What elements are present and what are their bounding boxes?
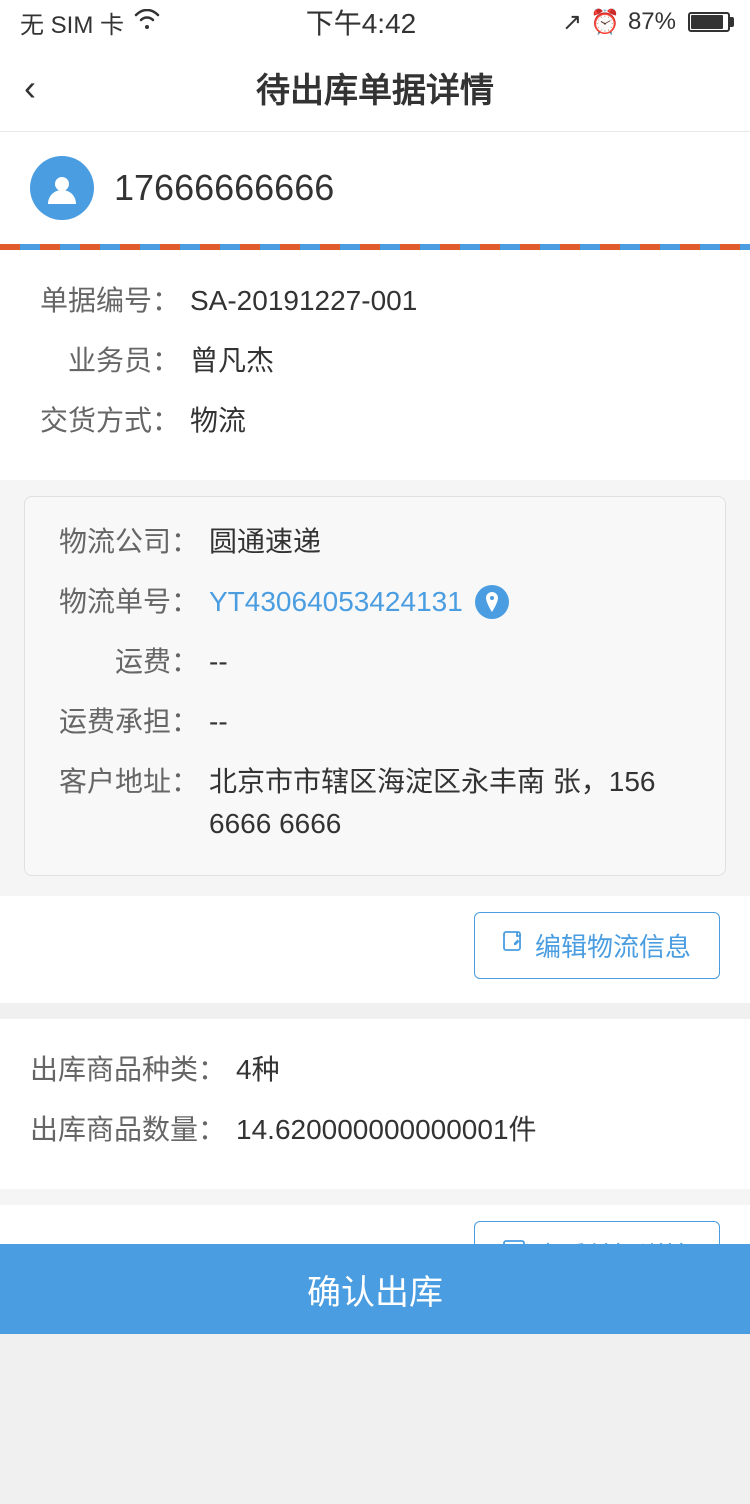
delivery-row: 交货方式： 物流 — [30, 400, 720, 442]
status-left: 无 SIM 卡 — [20, 5, 160, 40]
edit-logistics-button[interactable]: 编辑物流信息 — [474, 912, 720, 979]
edit-logistics-area: 编辑物流信息 — [0, 896, 750, 1003]
tracking-value: YT43064053424131 — [209, 581, 701, 623]
edit-logistics-label: 编辑物流信息 — [535, 927, 691, 964]
alarm-icon: ⏰ — [590, 8, 620, 37]
staff-label: 业务员： — [30, 340, 190, 382]
location-pin-icon[interactable] — [475, 585, 509, 619]
back-button[interactable]: ‹ — [24, 67, 36, 109]
company-label: 物流公司： — [49, 521, 209, 563]
order-no-row: 单据编号： SA-20191227-001 — [30, 280, 720, 322]
section-divider-1 — [0, 1003, 750, 1019]
confirm-btn-area[interactable]: 确认出库 — [0, 1244, 750, 1334]
freight-label: 运费： — [49, 641, 209, 683]
freight-bearer-label: 运费承担： — [49, 701, 209, 743]
staff-value: 曾凡杰 — [190, 340, 720, 382]
company-row: 物流公司： 圆通速递 — [49, 521, 701, 563]
address-row: 客户地址： 北京市市辖区海淀区永丰南 张，156 6666 6666 — [49, 761, 701, 845]
content-spacer — [0, 1304, 750, 1504]
delivery-label: 交货方式： — [30, 400, 190, 442]
carrier-text: 无 SIM 卡 — [20, 5, 124, 40]
freight-row: 运费： -- — [49, 641, 701, 683]
goods-types-label: 出库商品种类： — [30, 1049, 236, 1091]
delivery-value: 物流 — [190, 400, 720, 442]
wifi-icon — [134, 8, 160, 36]
freight-bearer-row: 运费承担： -- — [49, 701, 701, 743]
customer-phone: 17666666666 — [114, 167, 334, 209]
freight-bearer-value: -- — [209, 701, 701, 743]
tracking-row: 物流单号： YT43064053424131 — [49, 581, 701, 623]
goods-quantity-row: 出库商品数量： 14.620000000000001件 — [30, 1109, 720, 1151]
order-info-section: 单据编号： SA-20191227-001 业务员： 曾凡杰 交货方式： 物流 — [0, 250, 750, 480]
goods-quantity-label: 出库商品数量： — [30, 1109, 236, 1151]
goods-types-value: 4种 — [236, 1049, 720, 1091]
freight-value: -- — [209, 641, 701, 683]
time-display: 下午4:42 — [306, 2, 417, 42]
location-icon: ↗ — [562, 8, 582, 37]
edit-icon — [503, 931, 525, 960]
address-label: 客户地址： — [49, 761, 209, 803]
logistics-card: 物流公司： 圆通速递 物流单号： YT43064053424131 运费： --… — [24, 496, 726, 876]
battery-percent: 87% — [628, 8, 676, 36]
status-right: ↗ ⏰ 87% — [562, 8, 730, 37]
battery-icon — [688, 12, 730, 32]
goods-quantity-value: 14.620000000000001件 — [236, 1109, 720, 1151]
nav-bar: ‹ 待出库单据详情 — [0, 44, 750, 132]
status-bar: 无 SIM 卡 下午4:42 ↗ ⏰ 87% — [0, 0, 750, 44]
confirm-btn-label: 确认出库 — [307, 1265, 443, 1314]
goods-types-row: 出库商品种类： 4种 — [30, 1049, 720, 1091]
company-value: 圆通速递 — [209, 521, 701, 563]
avatar — [30, 156, 94, 220]
address-value: 北京市市辖区海淀区永丰南 张，156 6666 6666 — [209, 761, 701, 845]
order-no-value: SA-20191227-001 — [190, 280, 720, 322]
order-no-label: 单据编号： — [30, 280, 190, 322]
customer-header: 17666666666 — [0, 132, 750, 244]
staff-row: 业务员： 曾凡杰 — [30, 340, 720, 382]
goods-section: 出库商品种类： 4种 出库商品数量： 14.620000000000001件 — [0, 1019, 750, 1189]
page-title: 待出库单据详情 — [256, 63, 494, 112]
tracking-label: 物流单号： — [49, 581, 209, 623]
